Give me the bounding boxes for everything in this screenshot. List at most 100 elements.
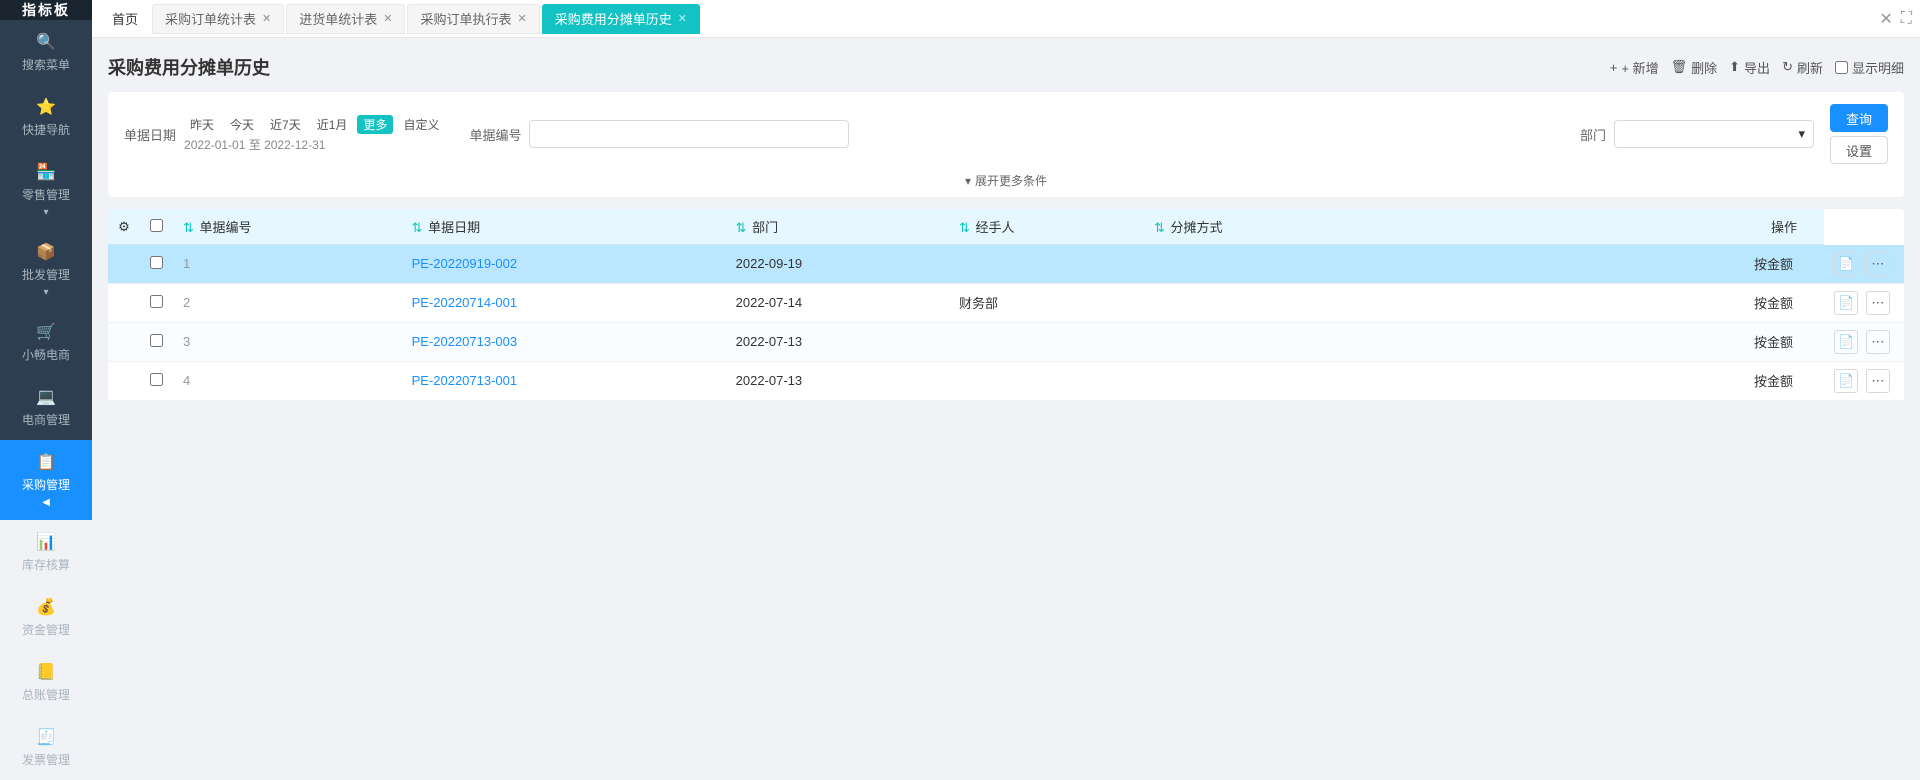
row4-num: 4: [173, 361, 402, 400]
tab-goods-stats-close[interactable]: ✕: [383, 12, 392, 25]
delete-icon: 🗑: [1671, 59, 1688, 75]
sidebar-item-invoice-label: 发票管理: [22, 751, 70, 768]
filter-actions: 查询 设置: [1830, 104, 1888, 164]
shortcut-today[interactable]: 今天: [224, 115, 260, 134]
tab-purchase-order-stats-close[interactable]: ✕: [262, 12, 271, 25]
row3-view-btn[interactable]: 📄: [1834, 330, 1858, 354]
tab-purchase-order-exec-close[interactable]: ✕: [518, 12, 527, 25]
row2-handler: [1144, 283, 1744, 322]
tab-home[interactable]: 首页: [100, 4, 150, 34]
doc-no-sort-icon: ⇅: [183, 220, 194, 235]
row4-op: 📄 ⋯: [1824, 361, 1904, 400]
row4-split-method: 按金额: [1744, 361, 1824, 400]
row3-more-btn[interactable]: ⋯: [1866, 330, 1890, 354]
row1-more-btn[interactable]: ⋯: [1866, 252, 1890, 276]
delete-button[interactable]: 🗑 删除: [1671, 58, 1718, 77]
nav-icon: ⭐: [36, 97, 56, 117]
row1-dept: [949, 245, 1144, 284]
sidebar-item-ecom-label: 电商管理: [22, 411, 70, 428]
date-shortcuts-group: 昨天 今天 近7天 近1月 更多 自定义 2022-01-01 至 2022-1…: [184, 115, 445, 153]
add-button[interactable]: + + 新增: [1610, 58, 1659, 77]
export-button[interactable]: ⬆ 导出: [1729, 58, 1770, 77]
show-detail-checkbox[interactable]: [1835, 61, 1848, 74]
table-body: 1 PE-20220919-002 2022-09-19 按金额 📄 ⋯: [108, 245, 1904, 401]
expand-label: 展开更多条件: [975, 172, 1047, 189]
select-all-checkbox[interactable]: [150, 219, 163, 232]
row2-doc-date: 2022-07-14: [726, 283, 949, 322]
sidebar-item-ecom[interactable]: 💻 电商管理: [0, 375, 92, 440]
purchase-arrow-icon: ◀: [42, 497, 50, 508]
row2-doc-no-link: PE-20220714-001: [412, 295, 518, 310]
col-handler[interactable]: ⇅ 经手人: [949, 209, 1144, 245]
col-dept-label: 部门: [752, 220, 778, 235]
row4-more-btn[interactable]: ⋯: [1866, 369, 1890, 393]
row4-doc-no[interactable]: PE-20220713-001: [402, 361, 726, 400]
row1-view-btn[interactable]: 📄: [1834, 252, 1858, 276]
row3-checkbox[interactable]: [150, 334, 163, 347]
filter-dept-item: 部门 ▾: [1580, 115, 1814, 153]
date-shortcuts: 昨天 今天 近7天 近1月 更多 自定义: [184, 115, 445, 134]
col-doc-date[interactable]: ⇅ 单据日期: [402, 209, 726, 245]
maximize-icon[interactable]: ⛶: [1901, 10, 1912, 28]
dept-label: 部门: [1580, 125, 1606, 144]
inventory-icon: 📊: [36, 532, 56, 552]
row2-checkbox[interactable]: [150, 295, 163, 308]
sidebar-item-ledger[interactable]: 📒 总账管理: [0, 650, 92, 715]
sidebar-item-nav[interactable]: ⭐ 快捷导航: [0, 85, 92, 150]
row1-checkbox[interactable]: [150, 256, 163, 269]
docno-label: 单据编号: [469, 125, 521, 144]
invoice-icon: 🧾: [36, 727, 56, 747]
shortcut-7days[interactable]: 近7天: [264, 115, 307, 134]
retail-icon: 🏪: [36, 162, 56, 182]
settings-button[interactable]: 设置: [1830, 136, 1888, 164]
sidebar-item-invoice[interactable]: 🧾 发票管理: [0, 715, 92, 780]
data-table: ⚙ ⇅ 单据编号 ⇅ 单据日期 ⇅: [108, 209, 1904, 401]
filter-group: 单据日期 昨天 今天 近7天 近1月 更多 自定义 2022-01-01 至 2…: [124, 115, 1814, 153]
row1-doc-date: 2022-09-19: [726, 245, 949, 284]
row4-doc-no-link: PE-20220713-001: [412, 373, 518, 388]
shortcut-more[interactable]: 更多: [357, 115, 393, 134]
sidebar-item-finance[interactable]: 💰 资金管理: [0, 585, 92, 650]
col-split-method[interactable]: ⇅ 分摊方式: [1144, 209, 1744, 245]
sidebar-item-retail[interactable]: 🏪 零售管理 ▾: [0, 150, 92, 230]
tab-purchase-order-exec[interactable]: 采购订单执行表 ✕: [407, 4, 539, 34]
row3-doc-date: 2022-07-13: [726, 322, 949, 361]
tab-purchase-order-stats-label: 采购订单统计表: [165, 9, 256, 28]
col-doc-no[interactable]: ⇅ 单据编号: [173, 209, 402, 245]
dept-select[interactable]: ▾: [1614, 120, 1814, 148]
row4-gear: [108, 361, 140, 400]
tab-goods-stats[interactable]: 进货单统计表 ✕: [286, 4, 405, 34]
shortcut-1month[interactable]: 近1月: [311, 115, 354, 134]
tab-cost-alloc-history[interactable]: 采购费用分摊单历史 ✕: [542, 4, 700, 34]
row3-doc-no[interactable]: PE-20220713-003: [402, 322, 726, 361]
row4-view-btn[interactable]: 📄: [1834, 369, 1858, 393]
row2-view-btn[interactable]: 📄: [1834, 291, 1858, 315]
query-button[interactable]: 查询: [1830, 104, 1888, 132]
tab-purchase-order-stats[interactable]: 采购订单统计表 ✕: [152, 4, 284, 34]
sidebar-item-purchase[interactable]: 📋 采购管理 ◀: [0, 440, 92, 520]
refresh-button[interactable]: ↻ 刷新: [1782, 58, 1823, 77]
row2-doc-no[interactable]: PE-20220714-001: [402, 283, 726, 322]
table-container: ⚙ ⇅ 单据编号 ⇅ 单据日期 ⇅: [108, 209, 1904, 401]
sidebar-item-search[interactable]: 🔍 搜索菜单: [0, 20, 92, 85]
row2-more-btn[interactable]: ⋯: [1866, 291, 1890, 315]
row4-checkbox[interactable]: [150, 373, 163, 386]
date-range-display: 2022-01-01 至 2022-12-31: [184, 136, 445, 153]
col-dept[interactable]: ⇅ 部门: [726, 209, 949, 245]
sidebar-item-inventory[interactable]: 📊 库存核算: [0, 520, 92, 585]
sidebar-item-wholesale[interactable]: 📦 批发管理 ▾: [0, 230, 92, 310]
shortcut-yesterday[interactable]: 昨天: [184, 115, 220, 134]
sidebar-item-ecom-small[interactable]: 🛒 小畅电商: [0, 310, 92, 375]
ledger-icon: 📒: [36, 662, 56, 682]
col-gear[interactable]: ⚙: [108, 209, 140, 245]
row1-doc-no[interactable]: PE-20220919-002: [402, 245, 726, 284]
docno-input[interactable]: [529, 120, 849, 148]
expand-more[interactable]: ▾ 展开更多条件: [124, 172, 1888, 189]
show-detail-checkbox-label[interactable]: 显示明细: [1835, 58, 1904, 77]
minimize-icon[interactable]: ✕: [1879, 9, 1892, 29]
shortcut-custom[interactable]: 自定义: [397, 115, 445, 134]
filter-area: 单据日期 昨天 今天 近7天 近1月 更多 自定义 2022-01-01 至 2…: [108, 92, 1904, 197]
row1-split-method: 按金额: [1744, 245, 1824, 284]
row2-dept: 财务部: [949, 283, 1144, 322]
tab-cost-alloc-history-close[interactable]: ✕: [678, 12, 687, 25]
